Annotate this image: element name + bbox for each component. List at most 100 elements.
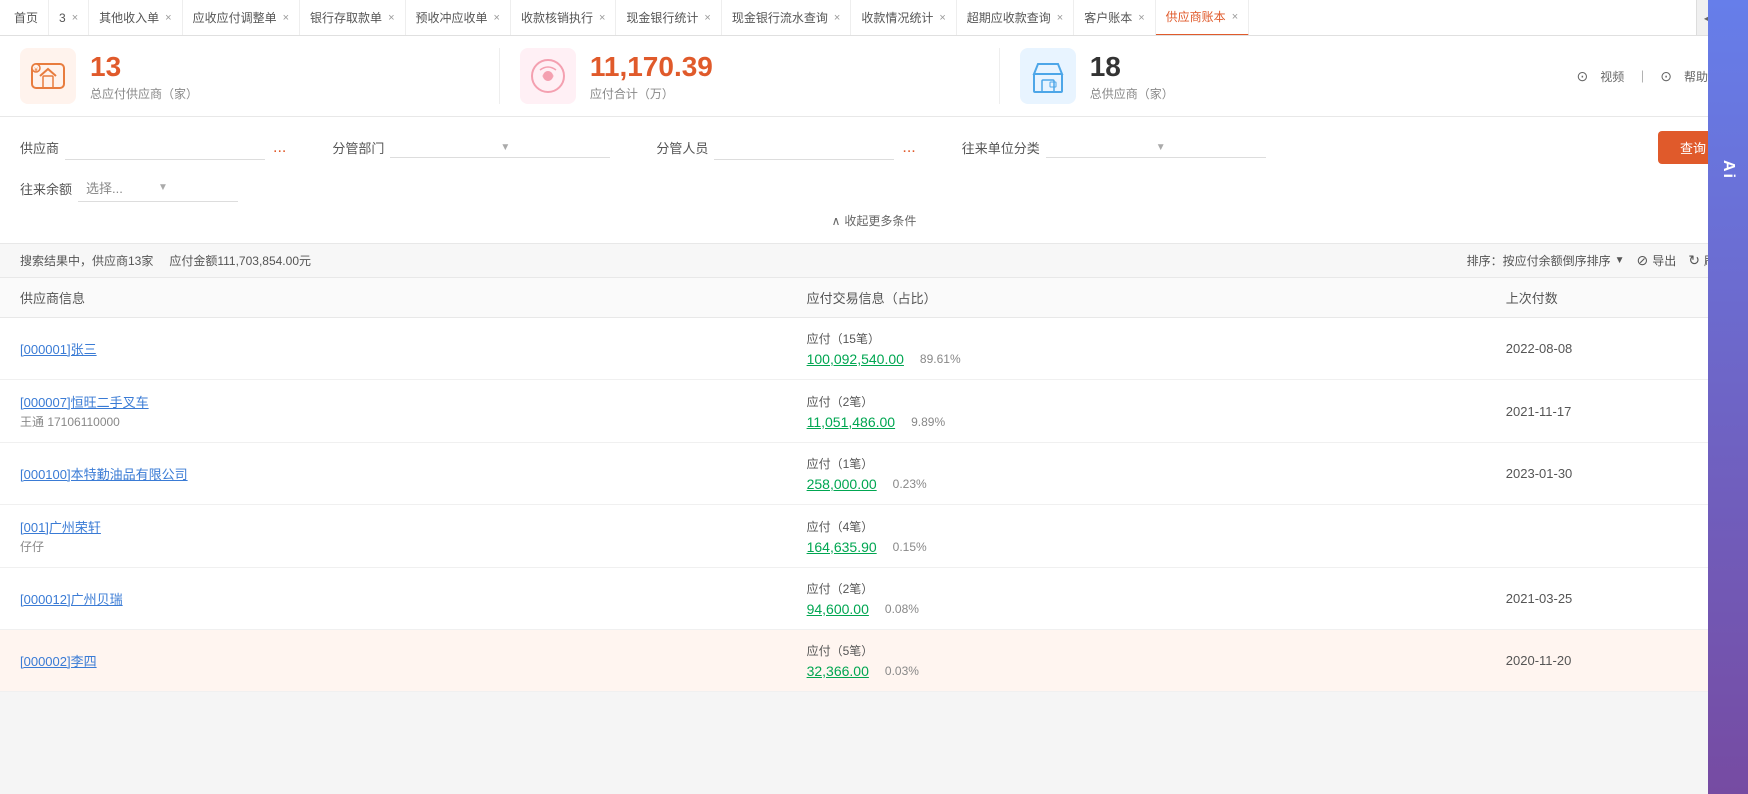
result-count: 搜索结果中，供应商13家 <box>20 252 153 269</box>
nav-tab-cash-stat[interactable]: 现金银行统计 × <box>616 0 721 36</box>
nav-tab-bank-deposit[interactable]: 银行存取款单 × <box>300 0 405 36</box>
amount-link[interactable]: 94,600.00 <box>807 601 869 617</box>
nav-tab-other-income[interactable]: 其他收入单 × <box>89 0 182 36</box>
tx-amount-row: 94,600.000.08% <box>807 601 1466 617</box>
supplier-link[interactable]: [001]广州荣轩 <box>20 520 101 535</box>
col-supplier-info: 供应商信息 <box>0 278 787 318</box>
dept-select[interactable]: ▼ <box>390 138 610 158</box>
supplier-info-cell: [000007]恒旺二手叉车王通 17106110000 <box>0 380 787 443</box>
data-table-wrapper: 供应商信息 应付交易信息（占比） 上次付数 [000001]张三应付（15笔）1… <box>0 278 1748 692</box>
supplier-link[interactable]: [000002]李四 <box>20 654 97 669</box>
close-icon[interactable]: × <box>165 12 171 24</box>
help-link[interactable]: 帮助 <box>1684 68 1708 85</box>
table-row: [000012]广州贝瑞应付（2笔）94,600.000.08%2021-03-… <box>0 568 1748 630</box>
supplier-link[interactable]: [000012]广州贝瑞 <box>20 592 123 607</box>
nav-tab-collection-stat[interactable]: 收款情况统计 × <box>851 0 956 36</box>
tx-count: （4笔） <box>831 520 874 534</box>
stat-card-suppliers: ¥ 13 总应付供应商（家） <box>20 48 500 104</box>
close-icon[interactable]: × <box>283 12 289 24</box>
col-tx-info: 应付交易信息（占比） <box>787 278 1486 318</box>
result-bar: 搜索结果中，供应商13家 应付金额111,703,854.00元 排序：按应付余… <box>0 244 1748 278</box>
amount-link[interactable]: 32,366.00 <box>807 663 869 679</box>
video-link[interactable]: 视频 <box>1600 68 1624 85</box>
close-icon[interactable]: × <box>1057 12 1063 24</box>
nav-tab-collection-exec[interactable]: 收款核销执行 × <box>511 0 616 36</box>
percentage: 0.23% <box>893 477 927 491</box>
sort-select[interactable]: 排序：按应付余额倒序排序 ▼ <box>1467 252 1625 269</box>
amount-link[interactable]: 11,051,486.00 <box>807 414 896 430</box>
table-row: [000007]恒旺二手叉车王通 17106110000应付（2笔）11,051… <box>0 380 1748 443</box>
supplier-link[interactable]: [000001]张三 <box>20 342 97 357</box>
chevron-down-icon: ▼ <box>1156 142 1258 153</box>
supplier-info-cell: [000100]本特勤油品有限公司 <box>0 443 787 505</box>
supplier-link[interactable]: [000007]恒旺二手叉车 <box>20 395 149 410</box>
stat-text-amount: 11,170.39 应付合计（万） <box>590 50 713 103</box>
close-icon[interactable]: × <box>834 12 840 24</box>
sort-label: 排序：按应付余额倒序排序 <box>1467 252 1611 269</box>
nav-tab-advance[interactable]: 预收冲应收单 × <box>406 0 511 36</box>
close-icon[interactable]: × <box>704 12 710 24</box>
close-icon[interactable]: × <box>1232 11 1238 23</box>
close-icon[interactable]: × <box>1138 12 1144 24</box>
filter-area: 供应商 ... 分管部门 ▼ 分管人员 ... 往来单位分类 ▼ 查询 <box>0 117 1748 244</box>
nav-tab-home[interactable]: 首页 <box>4 0 49 36</box>
amount-link[interactable]: 164,635.90 <box>807 539 877 555</box>
filter-dept: 分管部门 ▼ <box>332 138 610 158</box>
balance-select[interactable]: 选择... ▼ <box>78 174 238 202</box>
nav-tab-customer[interactable]: 客户账本 × <box>1074 0 1155 36</box>
close-icon[interactable]: × <box>494 12 500 24</box>
supplier-dots[interactable]: ... <box>273 139 286 157</box>
tx-count: （15笔） <box>831 332 880 346</box>
tx-count: （2笔） <box>831 395 874 409</box>
close-icon[interactable]: × <box>599 12 605 24</box>
collapse-button[interactable]: ∧ 收起更多条件 <box>832 212 917 229</box>
export-icon: ⊘ <box>1637 252 1649 269</box>
chevron-down-icon: ▼ <box>1615 255 1625 266</box>
tx-label: 应付 <box>807 457 831 471</box>
result-amount: 应付金额111,703,854.00元 <box>169 252 311 269</box>
table-row: [000001]张三应付（15笔）100,092,540.0089.61%202… <box>0 318 1748 380</box>
nav-tab-cash-flow[interactable]: 现金银行流水查询 × <box>722 0 851 36</box>
tx-amount-row: 11,051,486.00 9.89% <box>807 414 1466 430</box>
tx-info-cell: 应付（5笔）32,366.000.03% <box>787 630 1486 692</box>
supplier-info-cell: [000001]张三 <box>0 318 787 380</box>
table-row: [000100]本特勤油品有限公司应付（1笔）258,000.000.23%20… <box>0 443 1748 505</box>
stat-label-total: 总供应商（家） <box>1090 85 1174 102</box>
result-info: 搜索结果中，供应商13家 应付金额111,703,854.00元 <box>20 252 311 269</box>
close-icon[interactable]: × <box>939 12 945 24</box>
tx-label: 应付 <box>807 520 831 534</box>
nav-tab-supplier[interactable]: 供应商账本 × <box>1156 0 1249 36</box>
supplier-link[interactable]: [000100]本特勤油品有限公司 <box>20 467 188 482</box>
supplier-input[interactable] <box>65 136 265 160</box>
amount-link[interactable]: 100,092,540.00 <box>807 351 904 367</box>
tx-count: （2笔） <box>831 582 874 596</box>
ai-panel[interactable]: Ai <box>1708 0 1748 794</box>
stat-text-suppliers: 13 总应付供应商（家） <box>90 50 198 103</box>
tx-info-cell: 应付（15笔）100,092,540.0089.61% <box>787 318 1486 380</box>
percentage: 0.15% <box>893 540 927 554</box>
result-actions: 排序：按应付余额倒序排序 ▼ ⊘ 导出 ↻ 刷新 <box>1467 252 1728 269</box>
person-dots[interactable]: ... <box>902 139 915 157</box>
dept-label: 分管部门 <box>332 138 384 157</box>
nav-tab-ap-adjust[interactable]: 应收应付调整单 × <box>183 0 300 36</box>
supplier-sub-info: 王通 17106110000 <box>20 413 767 430</box>
refresh-icon: ↻ <box>1688 252 1700 269</box>
filter-unit: 往来单位分类 ▼ <box>962 138 1266 158</box>
person-input[interactable] <box>714 136 894 160</box>
stat-icon-amount <box>520 48 576 104</box>
video-icon: ⊙ <box>1576 68 1588 85</box>
percentage: 9.89% <box>911 415 945 429</box>
percentage: 0.03% <box>885 664 919 678</box>
stat-card-amount: 11,170.39 应付合计（万） <box>500 48 1000 104</box>
amount-link[interactable]: 258,000.00 <box>807 476 877 492</box>
nav-tab-3[interactable]: 3 × <box>49 0 89 36</box>
nav-tab-overdue[interactable]: 超期应收款查询 × <box>957 0 1074 36</box>
close-icon[interactable]: × <box>388 12 394 24</box>
unit-select[interactable]: ▼ <box>1046 138 1266 158</box>
filter-row-2: 往来余额 选择... ▼ <box>20 174 1728 202</box>
close-icon[interactable]: × <box>72 12 78 24</box>
export-button[interactable]: ⊘ 导出 <box>1637 252 1677 269</box>
stat-card-total: 18 总供应商（家） ⊙ 视频 ｜ ⊙ 帮助 <box>1000 48 1728 104</box>
tx-info-cell: 应付（4笔） 164,635.90 0.15% <box>787 505 1486 568</box>
tx-amount-row: 100,092,540.0089.61% <box>807 351 1466 367</box>
